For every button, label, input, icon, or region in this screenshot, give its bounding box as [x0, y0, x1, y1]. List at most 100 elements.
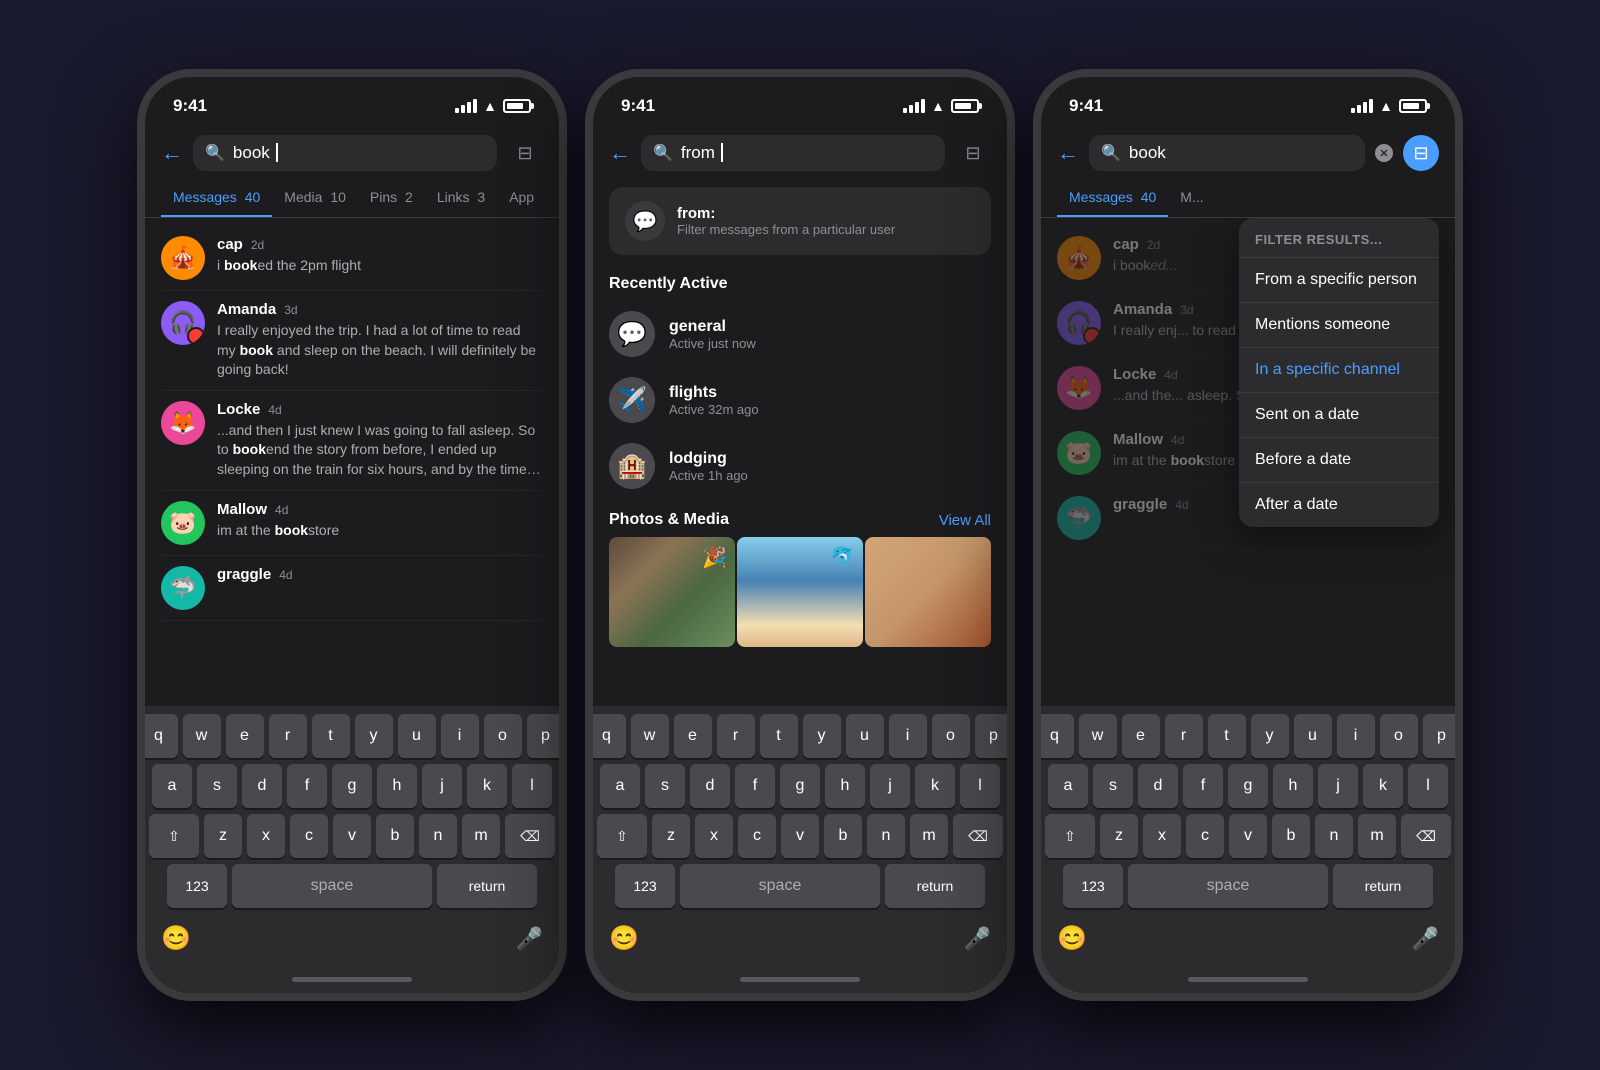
key2-k[interactable]: k	[915, 764, 955, 808]
emoji-key-1[interactable]: 😊	[161, 924, 191, 953]
key3-v[interactable]: v	[1229, 814, 1267, 858]
search-input-1[interactable]: book	[233, 143, 485, 163]
key2-z[interactable]: z	[652, 814, 690, 858]
key2-t[interactable]: t	[760, 714, 798, 758]
key-k[interactable]: k	[467, 764, 507, 808]
message-item-locke[interactable]: 🦊 Locke 4d ...and then I just knew I was…	[161, 391, 543, 491]
filter-option-before[interactable]: Before a date	[1239, 437, 1439, 482]
key-h[interactable]: h	[377, 764, 417, 808]
key-g[interactable]: g	[332, 764, 372, 808]
tab-media-3[interactable]: M...	[1168, 179, 1215, 217]
channel-general[interactable]: 💬 general Active just now	[593, 301, 1007, 367]
tab-app-1[interactable]: App	[497, 179, 546, 217]
key2-f[interactable]: f	[735, 764, 775, 808]
key-n[interactable]: n	[419, 814, 457, 858]
photo-thumb-2[interactable]: 🐬	[737, 537, 863, 647]
key2-o[interactable]: o	[932, 714, 970, 758]
key3-shift[interactable]: ⇧	[1045, 814, 1095, 858]
key-a[interactable]: a	[152, 764, 192, 808]
back-button-3[interactable]: ←	[1057, 140, 1079, 166]
key-w[interactable]: w	[183, 714, 221, 758]
key-q[interactable]: q	[140, 714, 178, 758]
key2-l[interactable]: l	[960, 764, 1000, 808]
message-item-graggle[interactable]: 🦈 graggle 4d	[161, 556, 543, 621]
key3-z[interactable]: z	[1100, 814, 1138, 858]
key-b[interactable]: b	[376, 814, 414, 858]
clear-button-3[interactable]: ✕	[1375, 144, 1393, 162]
back-button-1[interactable]: ←	[161, 140, 183, 166]
filter-option-channel[interactable]: In a specific channel	[1239, 347, 1439, 392]
key2-return[interactable]: return	[885, 864, 985, 908]
key2-e[interactable]: e	[674, 714, 712, 758]
tab-media-1[interactable]: Media 10	[272, 179, 358, 217]
key3-t[interactable]: t	[1208, 714, 1246, 758]
key-y[interactable]: y	[355, 714, 393, 758]
back-button-2[interactable]: ←	[609, 140, 631, 166]
key3-n[interactable]: n	[1315, 814, 1353, 858]
key2-v[interactable]: v	[781, 814, 819, 858]
search-input-2[interactable]: from	[681, 143, 933, 163]
key2-p[interactable]: p	[975, 714, 1013, 758]
key3-space[interactable]: space	[1128, 864, 1328, 908]
key2-d[interactable]: d	[690, 764, 730, 808]
key3-y[interactable]: y	[1251, 714, 1289, 758]
key3-f[interactable]: f	[1183, 764, 1223, 808]
tab-messages-3[interactable]: Messages 40	[1057, 179, 1168, 217]
key-f[interactable]: f	[287, 764, 327, 808]
filter-option-sent[interactable]: Sent on a date	[1239, 392, 1439, 437]
key3-p[interactable]: p	[1423, 714, 1461, 758]
key-p[interactable]: p	[527, 714, 565, 758]
key2-m[interactable]: m	[910, 814, 948, 858]
key3-a[interactable]: a	[1048, 764, 1088, 808]
tab-pins-1[interactable]: Pins 2	[358, 179, 425, 217]
search-input-3[interactable]: book	[1129, 143, 1353, 163]
key3-num[interactable]: 123	[1063, 864, 1123, 908]
message-item-amanda[interactable]: 🎧 Amanda 3d I really enjoyed the trip. I…	[161, 291, 543, 391]
key-shift[interactable]: ⇧	[149, 814, 199, 858]
key3-l[interactable]: l	[1408, 764, 1448, 808]
key2-backspace[interactable]: ⌫	[953, 814, 1003, 858]
key-s[interactable]: s	[197, 764, 237, 808]
key3-r[interactable]: r	[1165, 714, 1203, 758]
key-x[interactable]: x	[247, 814, 285, 858]
emoji-key-3[interactable]: 😊	[1057, 924, 1087, 953]
key2-g[interactable]: g	[780, 764, 820, 808]
mic-key-2[interactable]: 🎤	[964, 926, 991, 952]
key2-c[interactable]: c	[738, 814, 776, 858]
key-o[interactable]: o	[484, 714, 522, 758]
key3-q[interactable]: q	[1036, 714, 1074, 758]
key2-h[interactable]: h	[825, 764, 865, 808]
photo-thumb-1[interactable]: 🎉	[609, 537, 735, 647]
key-num[interactable]: 123	[167, 864, 227, 908]
search-input-wrap-1[interactable]: 🔍 book	[193, 135, 497, 171]
search-input-wrap-3[interactable]: 🔍 book	[1089, 135, 1365, 171]
key2-i[interactable]: i	[889, 714, 927, 758]
key2-y[interactable]: y	[803, 714, 841, 758]
emoji-key-2[interactable]: 😊	[609, 924, 639, 953]
key-l[interactable]: l	[512, 764, 552, 808]
key-return[interactable]: return	[437, 864, 537, 908]
photo-thumb-3[interactable]	[865, 537, 991, 647]
key-space[interactable]: space	[232, 864, 432, 908]
key3-u[interactable]: u	[1294, 714, 1332, 758]
key2-x[interactable]: x	[695, 814, 733, 858]
filter-button-2[interactable]: ⊟	[955, 135, 991, 171]
tab-links-1[interactable]: Links 3	[425, 179, 497, 217]
key-v[interactable]: v	[333, 814, 371, 858]
mic-key-1[interactable]: 🎤	[516, 926, 543, 952]
key2-r[interactable]: r	[717, 714, 755, 758]
key2-b[interactable]: b	[824, 814, 862, 858]
search-input-wrap-2[interactable]: 🔍 from	[641, 135, 945, 171]
key-u[interactable]: u	[398, 714, 436, 758]
key-r[interactable]: r	[269, 714, 307, 758]
key-e[interactable]: e	[226, 714, 264, 758]
key3-c[interactable]: c	[1186, 814, 1224, 858]
key2-w[interactable]: w	[631, 714, 669, 758]
key3-w[interactable]: w	[1079, 714, 1117, 758]
key2-u[interactable]: u	[846, 714, 884, 758]
channel-flights[interactable]: ✈️ flights Active 32m ago	[593, 367, 1007, 433]
key-z[interactable]: z	[204, 814, 242, 858]
key3-e[interactable]: e	[1122, 714, 1160, 758]
key3-g[interactable]: g	[1228, 764, 1268, 808]
message-item-mallow[interactable]: 🐷 Mallow 4d im at the bookstore	[161, 491, 543, 556]
